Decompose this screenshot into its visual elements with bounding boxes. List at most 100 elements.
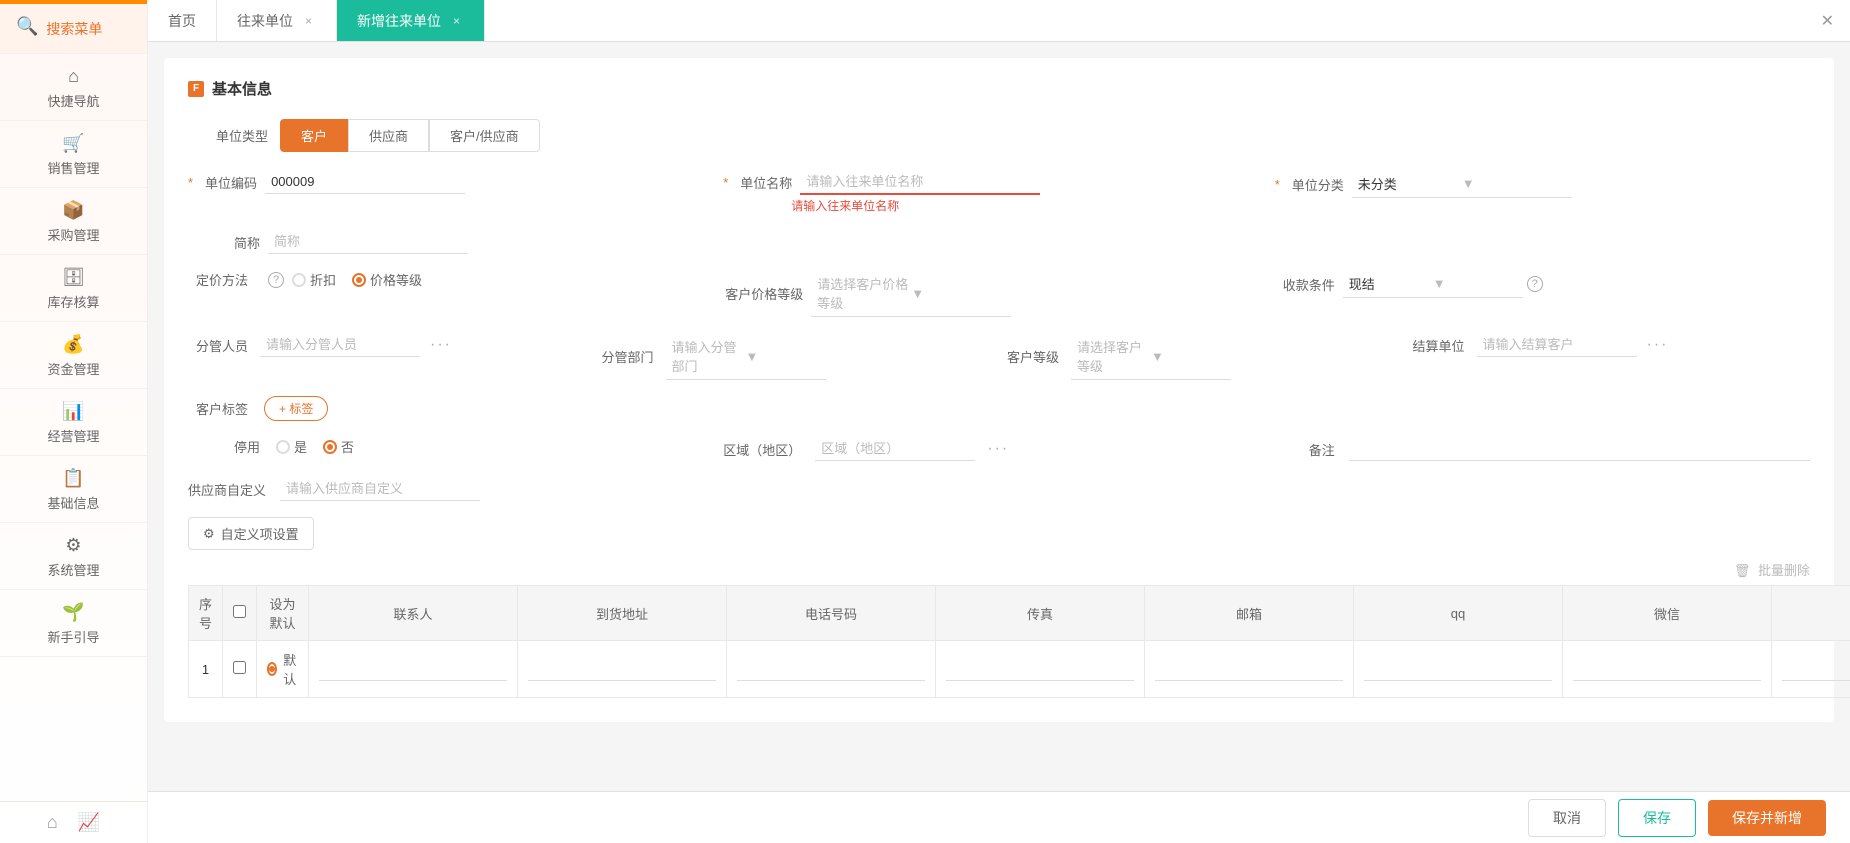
region-label: 区域（地区） [723, 440, 801, 459]
row-checkbox[interactable] [233, 661, 246, 674]
radio-discount[interactable]: 折扣 [292, 270, 336, 289]
remark-field: 备注 [1275, 437, 1810, 461]
sidebar-item-label: 基础信息 [47, 493, 99, 512]
sidebar-item-operations[interactable]: 📊 经营管理 [0, 389, 147, 456]
row-email-cell [1145, 641, 1354, 698]
tab-partners[interactable]: 往来单位 × [217, 0, 337, 41]
sidebar-item-basic-info[interactable]: 📋 基础信息 [0, 456, 147, 523]
row-region-cell [1772, 641, 1850, 698]
sidebar-item-label: 销售管理 [47, 158, 99, 177]
radio-discount-label: 折扣 [310, 270, 336, 289]
sidebar-bottom-home[interactable]: ⌂ [47, 812, 58, 833]
manager-label: 分管人员 [188, 336, 248, 355]
payment-terms-select[interactable]: 现结 ▼ [1343, 270, 1523, 298]
content-area: F 基本信息 单位类型 客户 供应商 客户/供应商 * 单位编码 * [148, 42, 1850, 791]
unit-name-input[interactable] [800, 170, 1040, 195]
sidebar-item-quick-nav[interactable]: ⌂ 快捷导航 [0, 54, 147, 121]
tab-partners-close[interactable]: × [301, 12, 316, 30]
row-default-label: 默认 [281, 650, 298, 688]
disabled-radio-group: 是 否 [276, 437, 354, 456]
custom-settings-label: 自定义项设置 [221, 524, 299, 543]
radio-price-level[interactable]: 价格等级 [352, 270, 422, 289]
row-phone-input[interactable] [737, 657, 925, 681]
tab-home[interactable]: 首页 [148, 0, 217, 41]
customer-price-level-select[interactable]: 请选择客户价格等级 ▼ [811, 270, 1011, 317]
tab-new-partner[interactable]: 新增往来单位 × [337, 0, 485, 41]
sidebar-item-label: 经营管理 [47, 426, 99, 445]
customer-tag-label: 客户标签 [188, 399, 248, 418]
col-region: 所在地区 [1772, 586, 1850, 641]
form-row-2: 简称 [188, 230, 1810, 254]
custom-settings-button[interactable]: ⚙ 自定义项设置 [188, 517, 314, 550]
sidebar-item-search[interactable]: 🔍 搜索菜单 [0, 4, 147, 54]
sidebar-item-newbie[interactable]: 🌱 新手引导 [0, 590, 147, 657]
section-title: F 基本信息 [188, 78, 1810, 99]
unit-btn-customer[interactable]: 客户 [280, 119, 348, 152]
tab-spacer [485, 0, 1805, 41]
sidebar-item-search-label: 搜索菜单 [46, 19, 102, 39]
region-more-btn[interactable]: ··· [981, 440, 1015, 458]
disabled-label: 停用 [200, 437, 260, 456]
row-default-radio[interactable]: 默认 [267, 650, 298, 688]
short-name-label: 简称 [200, 233, 260, 252]
chevron-down-icon-5: ▼ [1151, 349, 1225, 364]
sidebar-item-purchase[interactable]: 📦 采购管理 [0, 188, 147, 255]
tab-partners-label: 往来单位 [237, 11, 293, 31]
manager-input[interactable] [260, 333, 420, 357]
chevron-down-icon-4: ▼ [746, 349, 820, 364]
save-button[interactable]: 保存 [1618, 799, 1696, 837]
settlement-unit-input[interactable] [1477, 333, 1637, 357]
unit-category-select[interactable]: 未分类 ▼ [1352, 170, 1572, 198]
unit-btn-both[interactable]: 客户/供应商 [429, 119, 540, 152]
save-new-button[interactable]: 保存并新增 [1708, 800, 1826, 836]
unit-category-value: 未分类 [1358, 174, 1462, 193]
sidebar-item-finance[interactable]: 💰 资金管理 [0, 322, 147, 389]
footer: 取消 保存 保存并新增 [148, 791, 1850, 843]
col-email: 邮箱 [1145, 586, 1354, 641]
payment-terms-value: 现结 [1349, 274, 1433, 293]
department-placeholder: 请输入分管部门 [672, 337, 746, 375]
customer-level-label: 客户等级 [999, 347, 1059, 366]
row-address-input[interactable] [528, 657, 716, 681]
row-email-input[interactable] [1155, 657, 1343, 681]
sidebar-item-sales[interactable]: 🛒 销售管理 [0, 121, 147, 188]
row-qq-cell [1354, 641, 1563, 698]
cancel-button[interactable]: 取消 [1528, 799, 1606, 837]
row-fax-input[interactable] [946, 657, 1134, 681]
unit-btn-supplier[interactable]: 供应商 [348, 119, 429, 152]
row-qq-input[interactable] [1364, 657, 1552, 681]
unit-name-label: 单位名称 [732, 173, 792, 192]
select-all-checkbox[interactable] [233, 605, 246, 618]
row-contact-input[interactable] [319, 657, 507, 681]
customer-level-select[interactable]: 请选择客户等级 ▼ [1071, 333, 1231, 380]
radio-no-label: 否 [341, 437, 354, 456]
remark-input[interactable] [1349, 437, 1810, 461]
main-content: 首页 往来单位 × 新增往来单位 × ✕ F 基本信息 单位类型 客户 供应商 [148, 0, 1850, 843]
customer-price-level-label: 客户价格等级 [723, 284, 803, 303]
help-icon-pricing[interactable]: ? [268, 272, 284, 288]
sidebar-item-inventory[interactable]: 🗄 库存核算 [0, 255, 147, 322]
row-wechat-input[interactable] [1573, 657, 1761, 681]
help-icon-payment[interactable]: ? [1527, 276, 1543, 292]
batch-delete-label[interactable]: 批量删除 [1758, 563, 1810, 578]
sidebar-item-system[interactable]: ⚙ 系统管理 [0, 523, 147, 590]
row-seq: 1 [189, 641, 223, 698]
row-region-input[interactable] [1782, 657, 1850, 681]
department-select[interactable]: 请输入分管部门 ▼ [666, 333, 826, 380]
short-name-input[interactable] [268, 230, 468, 254]
unit-code-input[interactable] [265, 170, 465, 194]
tab-new-partner-close[interactable]: × [449, 12, 464, 30]
tab-close-all-button[interactable]: ✕ [1805, 0, 1850, 41]
supplier-custom-input[interactable] [280, 477, 480, 501]
radio-yes[interactable]: 是 [276, 437, 307, 456]
sidebar-bottom-chart[interactable]: 📈 [78, 812, 100, 833]
radio-no[interactable]: 否 [323, 437, 354, 456]
pricing-radio-group: 折扣 价格等级 [292, 270, 422, 289]
add-tag-button[interactable]: + 标签 [264, 396, 328, 421]
settlement-more-btn[interactable]: ··· [1641, 336, 1675, 354]
row-fax-cell [936, 641, 1145, 698]
tab-new-partner-label: 新增往来单位 [357, 11, 441, 31]
region-input[interactable] [815, 437, 975, 461]
manager-more-btn[interactable]: ··· [424, 336, 458, 354]
form-row-7: 供应商自定义 [188, 477, 1810, 501]
